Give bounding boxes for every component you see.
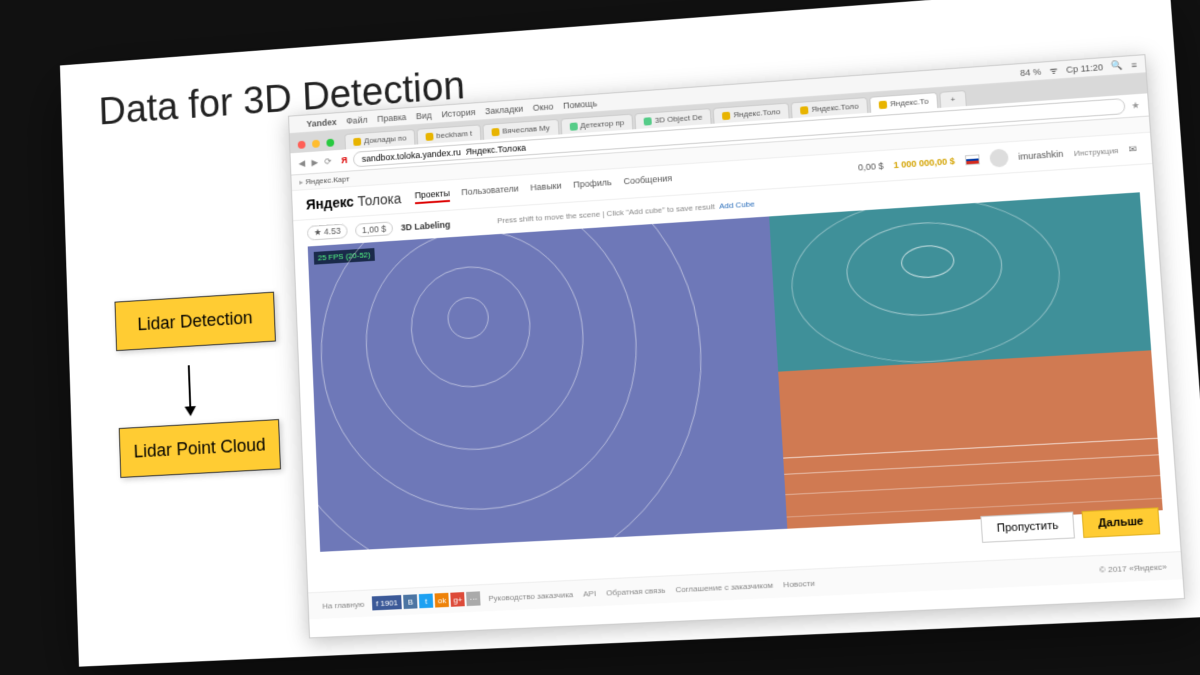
footer-link[interactable]: Новости (783, 578, 815, 589)
vk-icon[interactable]: B (403, 594, 417, 609)
mac-app-name: Yandex (306, 117, 337, 129)
nav-skills[interactable]: Навыки (530, 181, 562, 197)
flow-box-lidar-point-cloud: Lidar Point Cloud (119, 419, 281, 478)
lidar-view-perspective[interactable] (769, 192, 1151, 371)
bookmark-star-icon[interactable]: ★ (1131, 99, 1140, 111)
wifi-icon: ᯤ (1049, 63, 1058, 77)
menu-icon[interactable]: ≡ (1131, 59, 1137, 69)
share-more-icon[interactable]: ··· (466, 591, 480, 606)
ok-icon[interactable]: ok (435, 593, 449, 608)
flow-arrow (188, 365, 192, 414)
instruction-link[interactable]: Инструкция (1073, 145, 1118, 157)
back-icon[interactable]: ◀ (298, 158, 305, 168)
nav-users[interactable]: Пользователи (461, 184, 519, 202)
nav-projects[interactable]: Проекты (414, 188, 450, 204)
avatar[interactable] (989, 148, 1009, 167)
mac-menu-item[interactable]: История (441, 107, 475, 119)
bookmark-item[interactable]: Яндекс.Карт (299, 174, 350, 186)
lidar-view-top-down[interactable]: 25 FPS (20-52) (308, 216, 788, 551)
task-rating: ★ 4.53 (307, 223, 348, 240)
reload-icon[interactable]: ⟳ (324, 156, 332, 166)
yandex-logo-icon: Я (341, 155, 348, 165)
mac-menu-item[interactable]: Вид (416, 110, 432, 121)
task-price: 1,00 $ (355, 221, 393, 237)
flag-russia-icon (965, 154, 980, 165)
browser-window: Yandex Файл Правка Вид История Закладки … (288, 54, 1185, 638)
balance-big: 1 000 000,00 $ (893, 156, 955, 170)
minimize-window-icon[interactable] (312, 140, 320, 148)
balance-small: 0,00 $ (858, 161, 884, 173)
close-window-icon[interactable] (298, 141, 306, 149)
battery-indicator: 84 % (1020, 66, 1042, 77)
new-tab-button[interactable]: + (939, 90, 967, 108)
twitter-icon[interactable]: t (419, 594, 433, 609)
page-footer: На главную f 1901 B t ok g+ ··· Руководс… (308, 551, 1182, 619)
toloka-logo[interactable]: Яндекс Толока (306, 190, 402, 212)
mac-menu-item[interactable]: Закладки (485, 103, 523, 115)
skip-button[interactable]: Пропустить (980, 512, 1075, 543)
footer-link[interactable]: Соглашение с заказчиком (675, 580, 773, 594)
username: imurashkin (1018, 149, 1064, 162)
forward-icon[interactable]: ▶ (311, 157, 318, 167)
maximize-window-icon[interactable] (326, 139, 334, 147)
task-title: 3D Labeling (400, 219, 450, 232)
mac-menu-item[interactable]: Правка (377, 112, 407, 124)
copyright: © 2017 «Яндекс» (1099, 562, 1167, 575)
footer-link[interactable]: Руководство заказчика (488, 589, 573, 602)
mac-menu-item[interactable]: Файл (346, 114, 368, 125)
lidar-viewport[interactable]: 25 FPS (20-52) (308, 192, 1163, 552)
footer-home-link[interactable]: На главную (322, 599, 364, 610)
mail-icon[interactable]: ✉ (1128, 143, 1137, 155)
mac-menu-item[interactable]: Помощь (563, 98, 598, 110)
flow-box-lidar-detection: Lidar Detection (114, 292, 275, 351)
clock: Ср 11:20 (1066, 62, 1104, 75)
fb-like-count[interactable]: f 1901 (372, 595, 402, 610)
gplus-icon[interactable]: g+ (451, 592, 465, 607)
nav-profile[interactable]: Профиль (573, 177, 612, 193)
lidar-view-front[interactable] (778, 350, 1162, 528)
nav-messages[interactable]: Сообщения (623, 173, 672, 190)
add-cube-link[interactable]: Add Cube (719, 199, 755, 210)
footer-link[interactable]: API (583, 588, 596, 598)
mac-menu-item[interactable]: Окно (532, 101, 553, 112)
footer-link[interactable]: Обратная связь (606, 585, 666, 597)
search-icon[interactable]: 🔍 (1111, 60, 1123, 72)
next-button[interactable]: Дальше (1082, 507, 1161, 538)
